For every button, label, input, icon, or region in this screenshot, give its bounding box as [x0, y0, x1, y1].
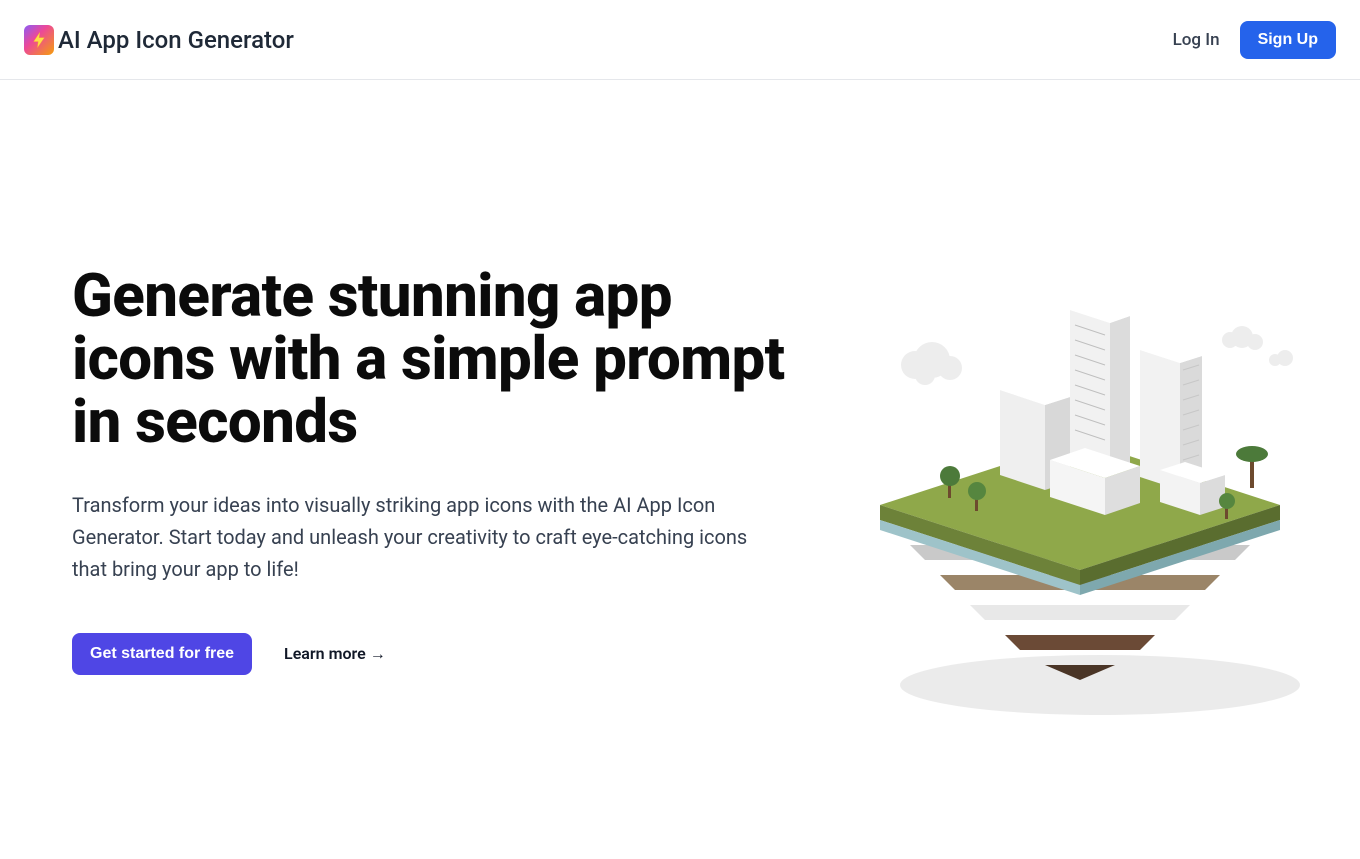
auth-buttons: Log In Sign Up — [1173, 21, 1336, 59]
cta-row: Get started for free Learn more → — [72, 633, 792, 675]
buildings — [1000, 303, 1225, 515]
brand-title: AI App Icon Generator — [58, 26, 294, 54]
hero-title: Generate stunning app icons with a simpl… — [72, 264, 792, 453]
header: AI App Icon Generator Log In Sign Up — [0, 0, 1360, 80]
app-logo-icon — [24, 25, 54, 55]
hero-content: Generate stunning app icons with a simpl… — [72, 264, 792, 675]
signup-button[interactable]: Sign Up — [1240, 21, 1336, 59]
hero-section: Generate stunning app icons with a simpl… — [0, 80, 1360, 859]
login-link[interactable]: Log In — [1173, 30, 1220, 50]
hero-illustration — [820, 210, 1340, 730]
hero-subtitle: Transform your ideas into visually strik… — [72, 489, 752, 585]
learn-more-link[interactable]: Learn more → — [284, 644, 386, 664]
get-started-button[interactable]: Get started for free — [72, 633, 252, 675]
isometric-city-icon — [820, 210, 1340, 730]
brand[interactable]: AI App Icon Generator — [24, 25, 294, 55]
